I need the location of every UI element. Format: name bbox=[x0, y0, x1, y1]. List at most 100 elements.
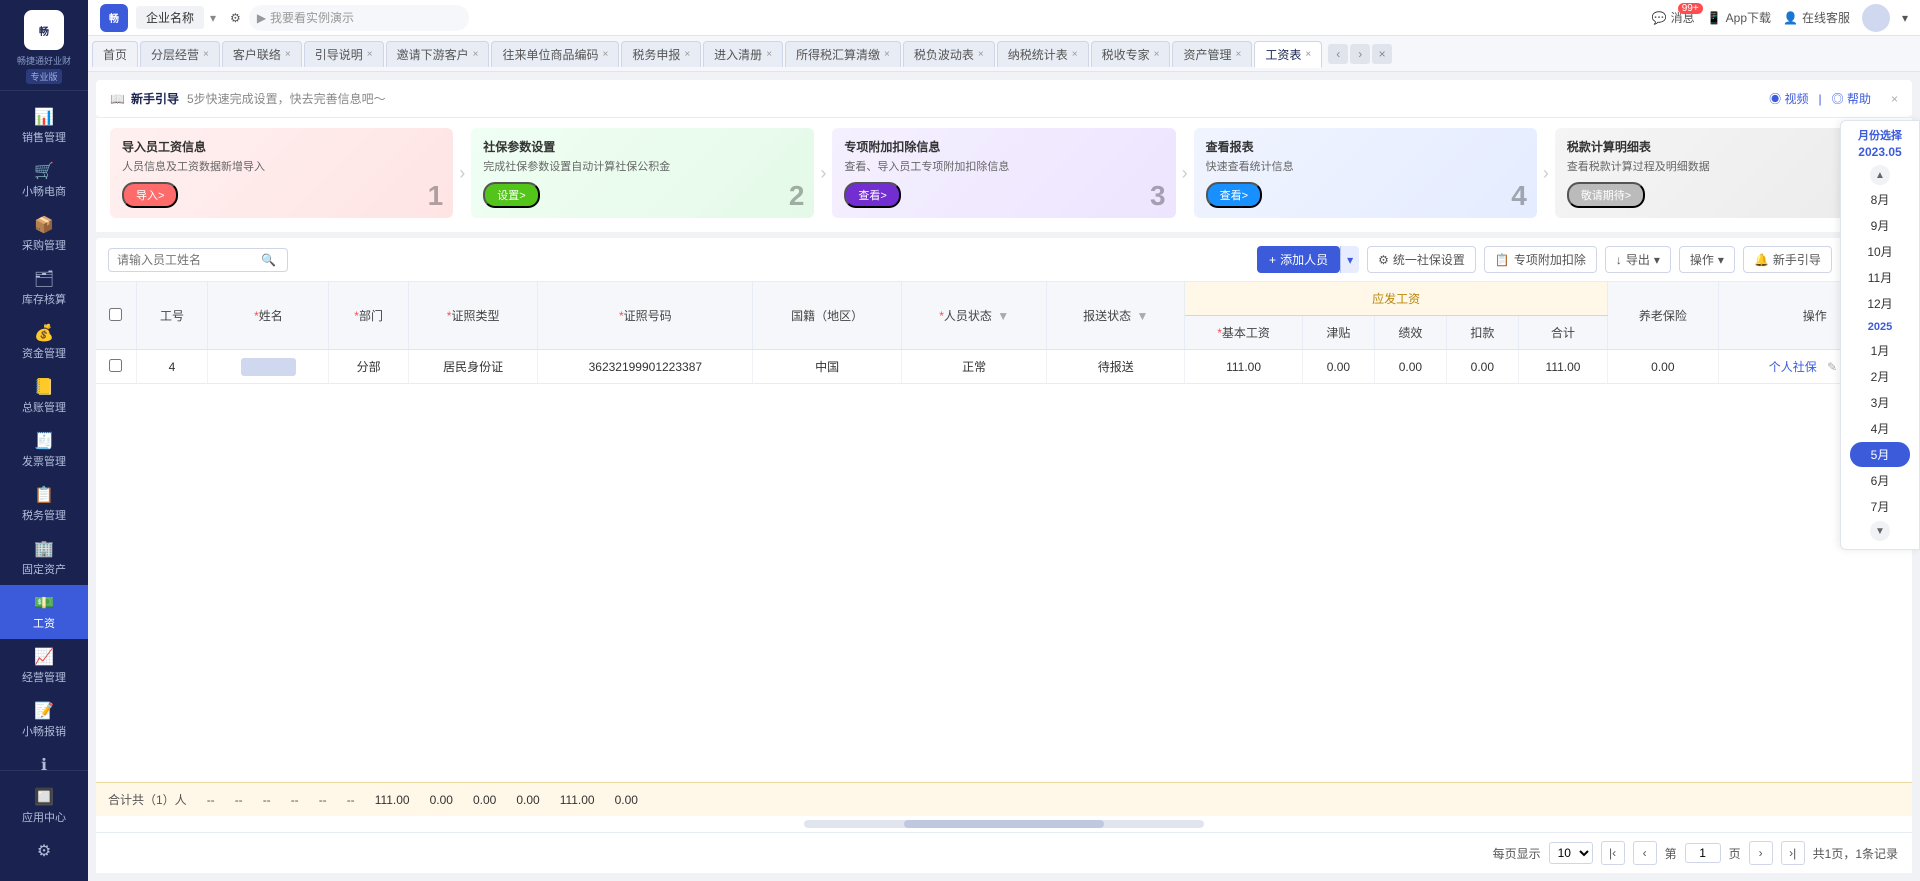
user-name-btn[interactable]: ▾ bbox=[1902, 11, 1908, 25]
tab-guide[interactable]: 引导说明 × bbox=[304, 41, 384, 67]
row-checkbox[interactable] bbox=[109, 359, 122, 372]
search-icon[interactable]: 🔍 bbox=[261, 253, 276, 267]
tab-close-all-btn[interactable]: × bbox=[1372, 44, 1392, 64]
tab-tax-discount-close[interactable]: × bbox=[978, 49, 984, 60]
sidebar-item-inventory[interactable]: 🗂 库存核算 bbox=[0, 261, 88, 315]
step-2-btn[interactable]: 设置> bbox=[483, 182, 539, 208]
tab-prev-btn[interactable]: ‹ bbox=[1328, 44, 1348, 64]
online-service-btn[interactable]: 👤 在线客服 bbox=[1783, 9, 1850, 26]
company-dropdown-icon[interactable]: ▾ bbox=[210, 11, 216, 25]
op-edit-icon[interactable]: ✎ bbox=[1827, 360, 1837, 374]
tab-segment-close[interactable]: × bbox=[203, 49, 209, 60]
page-input[interactable] bbox=[1685, 843, 1721, 863]
month-past-12[interactable]: 12月 bbox=[1850, 291, 1910, 316]
report-status-filter-icon[interactable]: ▼ bbox=[1136, 309, 1148, 323]
tab-tax-discount[interactable]: 税负波动表 × bbox=[903, 41, 995, 67]
month-past-11[interactable]: 11月 bbox=[1850, 265, 1910, 290]
special-deduct-btn[interactable]: 📋 专项附加扣除 bbox=[1484, 246, 1597, 273]
tab-asset-mgmt[interactable]: 资产管理 × bbox=[1172, 41, 1252, 67]
sidebar-item-operation[interactable]: 📈 经营管理 bbox=[0, 639, 88, 693]
sidebar-item-apply[interactable]: 🔲 应用中心 bbox=[0, 779, 88, 833]
guide-help-link[interactable]: ◎ 帮助 bbox=[1832, 90, 1871, 107]
tab-asset-mgmt-close[interactable]: × bbox=[1235, 49, 1241, 60]
add-employee-btn[interactable]: + 添加人员 bbox=[1257, 246, 1340, 273]
tab-customer[interactable]: 客户联络 × bbox=[222, 41, 302, 67]
month-3[interactable]: 3月 bbox=[1850, 390, 1910, 415]
page-last-btn[interactable]: ›| bbox=[1781, 841, 1805, 865]
tab-tax-expert-close[interactable]: × bbox=[1154, 49, 1160, 60]
sidebar-item-tax[interactable]: 📋 税务管理 bbox=[0, 477, 88, 531]
month-up-btn[interactable]: ▲ bbox=[1870, 165, 1890, 185]
tab-tax-report-close[interactable]: × bbox=[684, 49, 690, 60]
step-4-btn[interactable]: 查看> bbox=[1206, 182, 1262, 208]
tab-tax-calc-close[interactable]: × bbox=[884, 49, 890, 60]
tab-clear[interactable]: 进入清册 × bbox=[703, 41, 783, 67]
scroll-thumb[interactable] bbox=[904, 820, 1104, 828]
tab-home[interactable]: 首页 bbox=[92, 41, 138, 67]
sidebar-item-invoice[interactable]: 🧾 发票管理 bbox=[0, 423, 88, 477]
sidebar-item-assets[interactable]: 🏢 固定资产 bbox=[0, 531, 88, 585]
guide-close-btn[interactable]: × bbox=[1891, 92, 1898, 106]
company-selector[interactable]: 企业名称 ▾ bbox=[136, 6, 216, 29]
page-prev-btn[interactable]: ‹ bbox=[1633, 841, 1657, 865]
tab-tax-stats-close[interactable]: × bbox=[1072, 49, 1078, 60]
sidebar-item-purchase[interactable]: 📦 采购管理 bbox=[0, 207, 88, 261]
op-social-btn[interactable]: 个人社保 bbox=[1769, 360, 1817, 374]
step-1-btn[interactable]: 导入> bbox=[122, 182, 178, 208]
page-first-btn[interactable]: |‹ bbox=[1601, 841, 1625, 865]
sidebar-item-ecommerce[interactable]: 🛒 小畅电商 bbox=[0, 153, 88, 207]
tab-next-btn[interactable]: › bbox=[1350, 44, 1370, 64]
select-all-checkbox[interactable] bbox=[109, 308, 122, 321]
month-past-9[interactable]: 9月 bbox=[1850, 213, 1910, 238]
tab-tax-stats[interactable]: 纳税统计表 × bbox=[997, 41, 1089, 67]
tab-product-code[interactable]: 往来单位商品编码 × bbox=[491, 41, 619, 67]
tab-clear-close[interactable]: × bbox=[766, 49, 772, 60]
export-btn[interactable]: ↓ 导出 ▾ bbox=[1605, 246, 1671, 273]
month-7[interactable]: 7月 bbox=[1850, 494, 1910, 519]
tab-invite[interactable]: 邀请下游客户 × bbox=[386, 41, 490, 67]
sidebar-item-settings[interactable]: ⚙ bbox=[0, 833, 88, 871]
month-2[interactable]: 2月 bbox=[1850, 364, 1910, 389]
message-btn[interactable]: 💬 消息 99+ bbox=[1652, 9, 1695, 26]
month-5[interactable]: 5月 bbox=[1850, 442, 1910, 467]
app-download-btn[interactable]: 📱 App下载 bbox=[1707, 9, 1771, 26]
tab-guide-close[interactable]: × bbox=[367, 49, 373, 60]
horizontal-scrollbar[interactable] bbox=[96, 816, 1912, 832]
step-5-btn[interactable]: 敬请期待> bbox=[1567, 182, 1645, 208]
search-input[interactable] bbox=[117, 253, 257, 267]
tab-salary[interactable]: 工资表 × bbox=[1254, 41, 1322, 68]
month-down-btn[interactable]: ▼ bbox=[1870, 521, 1890, 541]
tab-product-code-close[interactable]: × bbox=[602, 49, 608, 60]
operations-btn[interactable]: 操作 ▾ bbox=[1679, 246, 1735, 273]
tab-segment[interactable]: 分层经营 × bbox=[140, 41, 220, 67]
social-setting-btn[interactable]: ⚙ 统一社保设置 bbox=[1367, 246, 1476, 273]
page-next-btn[interactable]: › bbox=[1749, 841, 1773, 865]
month-1[interactable]: 1月 bbox=[1850, 338, 1910, 363]
user-avatar[interactable] bbox=[1862, 4, 1890, 32]
sidebar-item-ledger[interactable]: 📒 总账管理 bbox=[0, 369, 88, 423]
month-past-10[interactable]: 10月 bbox=[1850, 239, 1910, 264]
tab-customer-close[interactable]: × bbox=[285, 49, 291, 60]
sidebar-item-report[interactable]: 📝 小畅报销 bbox=[0, 693, 88, 747]
tab-tax-report[interactable]: 税务申报 × bbox=[621, 41, 701, 67]
tab-invite-close[interactable]: × bbox=[473, 49, 479, 60]
month-past-8[interactable]: 8月 bbox=[1850, 187, 1910, 212]
month-4[interactable]: 4月 bbox=[1850, 416, 1910, 441]
sidebar-item-finance[interactable]: 💰 资金管理 bbox=[0, 315, 88, 369]
step-3-btn[interactable]: 查看> bbox=[844, 182, 900, 208]
tab-salary-close[interactable]: × bbox=[1305, 49, 1311, 60]
demo-search[interactable]: ▶ 我要看实例演示 bbox=[249, 5, 469, 31]
page-size-select[interactable]: 10 20 50 bbox=[1549, 842, 1593, 864]
add-employee-dropdown-btn[interactable]: ▾ bbox=[1340, 246, 1359, 273]
status-filter-icon[interactable]: ▼ bbox=[997, 309, 1009, 323]
employee-search[interactable]: 🔍 bbox=[108, 248, 288, 272]
sidebar-item-basic[interactable]: ℹ 基础信息 bbox=[0, 747, 88, 770]
new-guide-btn[interactable]: 🔔 新手引导 bbox=[1743, 246, 1832, 273]
tab-tax-calc[interactable]: 所得税汇算清缴 × bbox=[785, 41, 901, 67]
tab-tax-expert[interactable]: 税收专家 × bbox=[1091, 41, 1171, 67]
month-6[interactable]: 6月 bbox=[1850, 468, 1910, 493]
settings-btn[interactable]: ⚙ bbox=[230, 11, 241, 25]
sidebar-item-sales[interactable]: 📊 销售管理 bbox=[0, 99, 88, 153]
sidebar-item-salary[interactable]: 💵 工资 bbox=[0, 585, 88, 639]
guide-video-link[interactable]: ◉ 视频 bbox=[1769, 90, 1808, 107]
